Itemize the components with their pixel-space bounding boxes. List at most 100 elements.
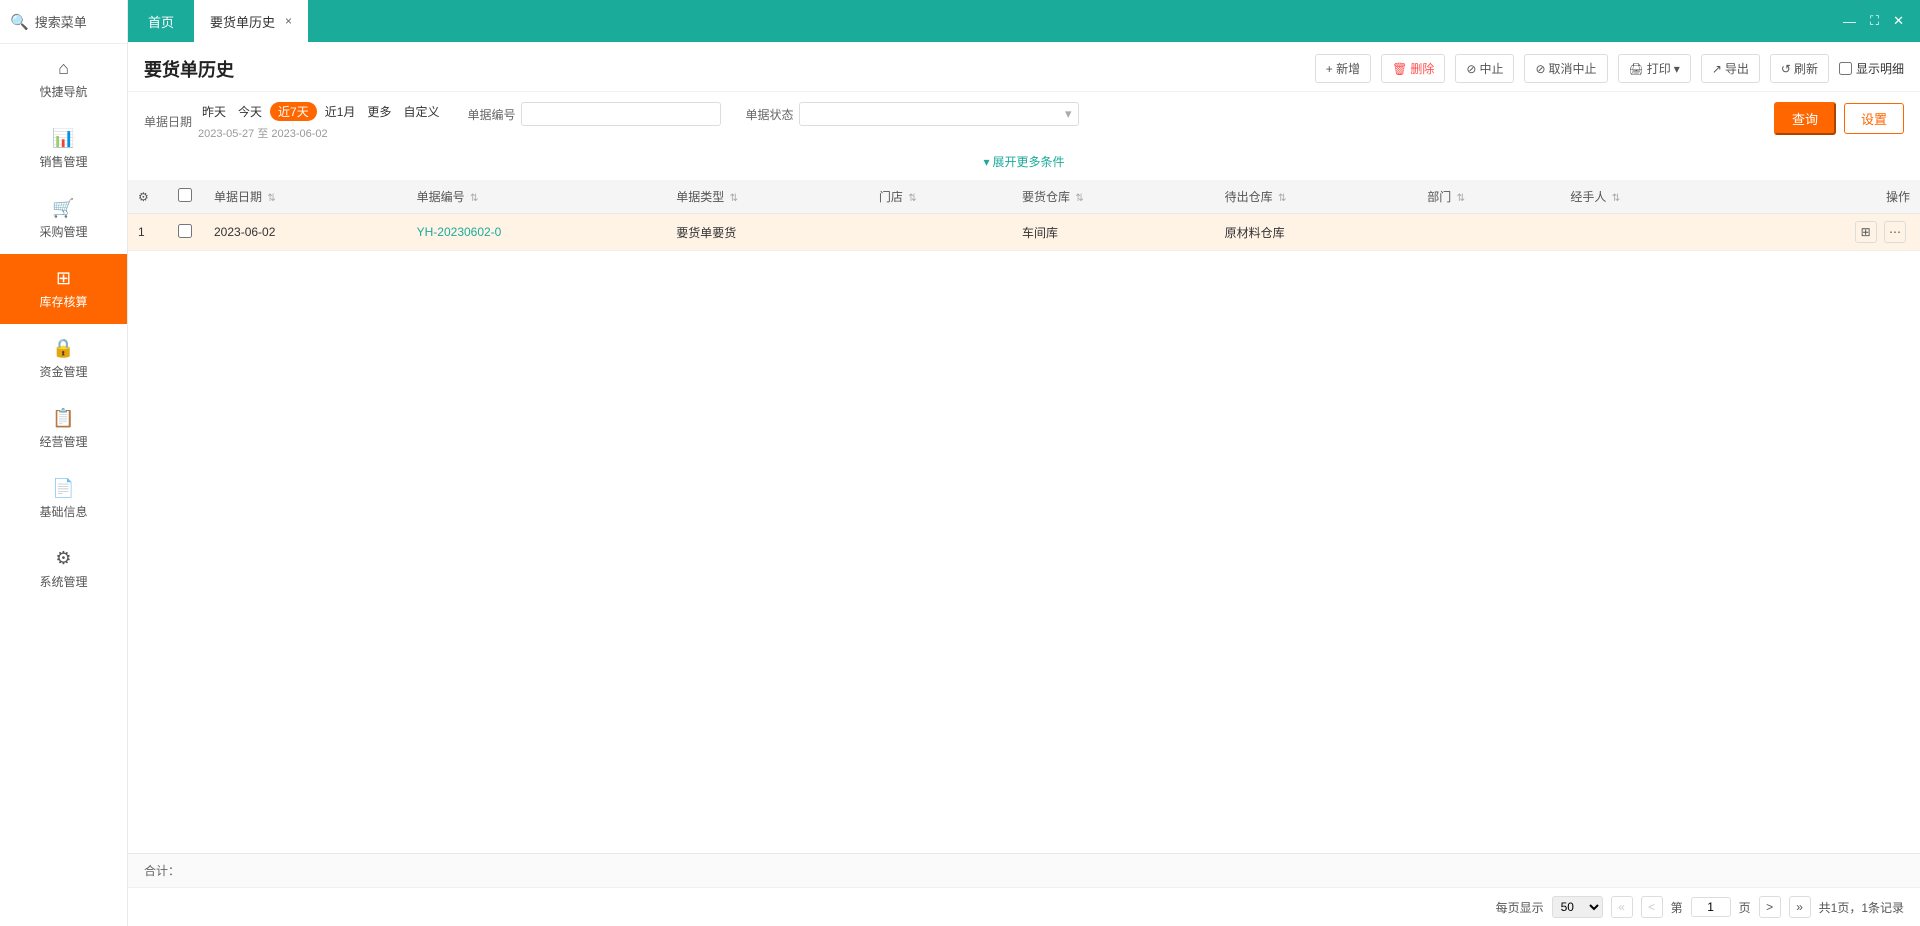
search-icon: 🔍	[10, 13, 29, 31]
window-maximize-btn[interactable]: ⛶	[1870, 13, 1879, 29]
filter-row-1: 单据日期 昨天 今天 近7天 近1月 更多 自定义 2023-05-27 至 2…	[144, 102, 1904, 141]
tab-home-label: 首页	[148, 12, 174, 31]
select-all-checkbox[interactable]	[178, 188, 192, 202]
date-btn-more[interactable]: 更多	[363, 102, 395, 121]
new-button[interactable]: + 新增	[1315, 54, 1371, 83]
th-doc-type-label: 单据类型	[676, 190, 724, 204]
next-page-btn[interactable]: >	[1759, 896, 1781, 918]
display-detail-checkbox[interactable]: 显示明细	[1839, 60, 1904, 77]
per-page-select[interactable]: 50 100 200	[1552, 896, 1603, 918]
date-buttons: 昨天 今天 近7天 近1月 更多 自定义	[198, 102, 443, 121]
doc-no-label: 单据编号	[467, 106, 515, 123]
th-department[interactable]: 部门 ⇅	[1417, 180, 1560, 214]
th-doc-date[interactable]: 单据日期 ⇅	[204, 180, 407, 214]
date-btn-1month[interactable]: 近1月	[321, 102, 360, 121]
table-header-row: ⚙ 单据日期 ⇅ 单据编号 ⇅	[128, 180, 1920, 214]
doc-no-input[interactable]	[521, 102, 721, 126]
sidebar-item-purchase[interactable]: 🛒 采购管理	[0, 184, 127, 254]
sidebar: 🔍 搜索菜单 ⌂ 快捷导航 📊 销售管理 🛒 采购管理 ⊞ 库存核算 🔒 资金管…	[0, 0, 128, 926]
sidebar-item-sales[interactable]: 📊 销售管理	[0, 114, 127, 184]
th-req-warehouse-label: 要货仓库	[1022, 190, 1070, 204]
row-checkbox[interactable]	[178, 224, 192, 238]
sidebar-item-label: 基础信息	[39, 503, 87, 520]
expand-more-row: ▾ 展开更多条件	[144, 149, 1904, 174]
suspend-label: 中止	[1479, 60, 1503, 77]
th-handler[interactable]: 经手人 ⇅	[1560, 180, 1733, 214]
th-store[interactable]: 门店 ⇅	[869, 180, 1012, 214]
date-btn-yesterday[interactable]: 昨天	[198, 102, 230, 121]
data-table: ⚙ 单据日期 ⇅ 单据编号 ⇅	[128, 180, 1920, 251]
expand-more-btn[interactable]: ▾ 展开更多条件	[971, 149, 1076, 174]
main-area: 首页 要货单历史 × — ⛶ ✕ 要货单历史 + 新增 🗑 删除	[128, 0, 1920, 926]
sidebar-item-finance[interactable]: 🔒 资金管理	[0, 324, 127, 394]
sidebar-item-operation[interactable]: 📋 经营管理	[0, 394, 127, 464]
date-btn-custom[interactable]: 自定义	[399, 102, 443, 121]
td-doc-type: 要货单要货	[666, 214, 869, 251]
first-page-btn[interactable]: «	[1611, 896, 1633, 918]
th-handler-label: 经手人	[1570, 190, 1606, 204]
sidebar-item-basic[interactable]: 📄 基础信息	[0, 464, 127, 534]
filter-area: 单据日期 昨天 今天 近7天 近1月 更多 自定义 2023-05-27 至 2…	[128, 92, 1920, 180]
th-pending-warehouse[interactable]: 待出仓库 ⇅	[1215, 180, 1418, 214]
status-input[interactable]	[799, 102, 1079, 126]
header-actions: + 新增 🗑 删除 ⊘ 中止 ⊘ 取消中止 🖨 打印 ▾	[1315, 54, 1904, 83]
settings-button[interactable]: 设置	[1844, 103, 1904, 134]
cancel-suspend-button[interactable]: ⊘ 取消中止	[1524, 54, 1607, 83]
handler-sort-icon: ⇅	[1612, 193, 1620, 204]
operation-icon: 📋	[52, 408, 74, 429]
td-pending-warehouse: 原材料仓库	[1215, 214, 1418, 251]
td-operations: ⊞ ⋯	[1733, 214, 1920, 251]
sidebar-search[interactable]: 🔍 搜索菜单	[0, 0, 127, 44]
date-btn-7days[interactable]: 近7天	[270, 102, 317, 121]
suspend-button[interactable]: ⊘ 中止	[1455, 54, 1514, 83]
more-ops-icon[interactable]: ⋯	[1884, 221, 1906, 243]
tab-close-icon[interactable]: ×	[285, 14, 292, 28]
export-button[interactable]: ↗ 导出	[1701, 54, 1760, 83]
table-container: ⚙ 单据日期 ⇅ 单据编号 ⇅	[128, 180, 1920, 853]
summary-label: 合计：	[144, 862, 180, 879]
sales-icon: 📊	[52, 128, 74, 149]
tab-requisition[interactable]: 要货单历史 ×	[194, 0, 308, 42]
sidebar-item-inventory[interactable]: ⊞ 库存核算	[0, 254, 127, 324]
sidebar-item-label: 快捷导航	[39, 83, 87, 100]
tab-home[interactable]: 首页	[128, 0, 194, 42]
window-minimize-btn[interactable]: —	[1843, 14, 1856, 29]
th-req-warehouse[interactable]: 要货仓库 ⇅	[1012, 180, 1215, 214]
sidebar-item-label: 资金管理	[39, 363, 87, 380]
display-detail-label: 显示明细	[1856, 60, 1904, 77]
page-number-input[interactable]	[1691, 897, 1731, 917]
settings-icon[interactable]: ⚙	[138, 190, 149, 204]
th-doc-no-label: 单据编号	[417, 190, 465, 204]
sidebar-item-system[interactable]: ⚙ 系统管理	[0, 534, 127, 604]
content-area: 要货单历史 + 新增 🗑 删除 ⊘ 中止 ⊘ 取消中止 🖨	[128, 42, 1920, 926]
td-handler	[1560, 214, 1733, 251]
print-button[interactable]: 🖨 打印 ▾	[1618, 54, 1691, 83]
delete-icon: 🗑	[1392, 62, 1407, 76]
prev-page-btn[interactable]: <	[1641, 896, 1663, 918]
window-close-btn[interactable]: ✕	[1893, 13, 1904, 29]
status-filter-group: 单据状态 ▾	[745, 102, 1079, 126]
req-warehouse-sort-icon: ⇅	[1075, 193, 1083, 204]
display-detail-input[interactable]	[1839, 62, 1852, 75]
basic-icon: 📄	[52, 478, 74, 499]
view-detail-icon[interactable]: ⊞	[1855, 221, 1877, 243]
sidebar-item-home[interactable]: ⌂ 快捷导航	[0, 44, 127, 114]
table-row: 1 2023-06-02 YH-20230602-0 要货单要货 车间库 原材料…	[128, 214, 1920, 251]
th-settings[interactable]: ⚙	[128, 180, 168, 214]
doc-no-link[interactable]: YH-20230602-0	[417, 225, 502, 239]
th-pending-warehouse-label: 待出仓库	[1225, 190, 1273, 204]
th-doc-type[interactable]: 单据类型 ⇅	[666, 180, 869, 214]
th-doc-no[interactable]: 单据编号 ⇅	[407, 180, 667, 214]
status-label: 单据状态	[745, 106, 793, 123]
delete-button[interactable]: 🗑 删除	[1381, 54, 1445, 83]
doc-no-sort-icon: ⇅	[470, 193, 478, 204]
date-btn-today[interactable]: 今天	[234, 102, 266, 121]
total-info: 共1页，1条记录	[1819, 899, 1904, 916]
refresh-button[interactable]: ↺ 刷新	[1770, 54, 1829, 83]
query-button[interactable]: 查询	[1774, 102, 1836, 135]
doc-date-sort-icon: ⇅	[267, 193, 275, 204]
new-label: + 新增	[1326, 60, 1360, 77]
print-dropdown-icon: ▾	[1674, 62, 1680, 76]
refresh-label: 刷新	[1794, 60, 1818, 77]
last-page-btn[interactable]: »	[1789, 896, 1811, 918]
